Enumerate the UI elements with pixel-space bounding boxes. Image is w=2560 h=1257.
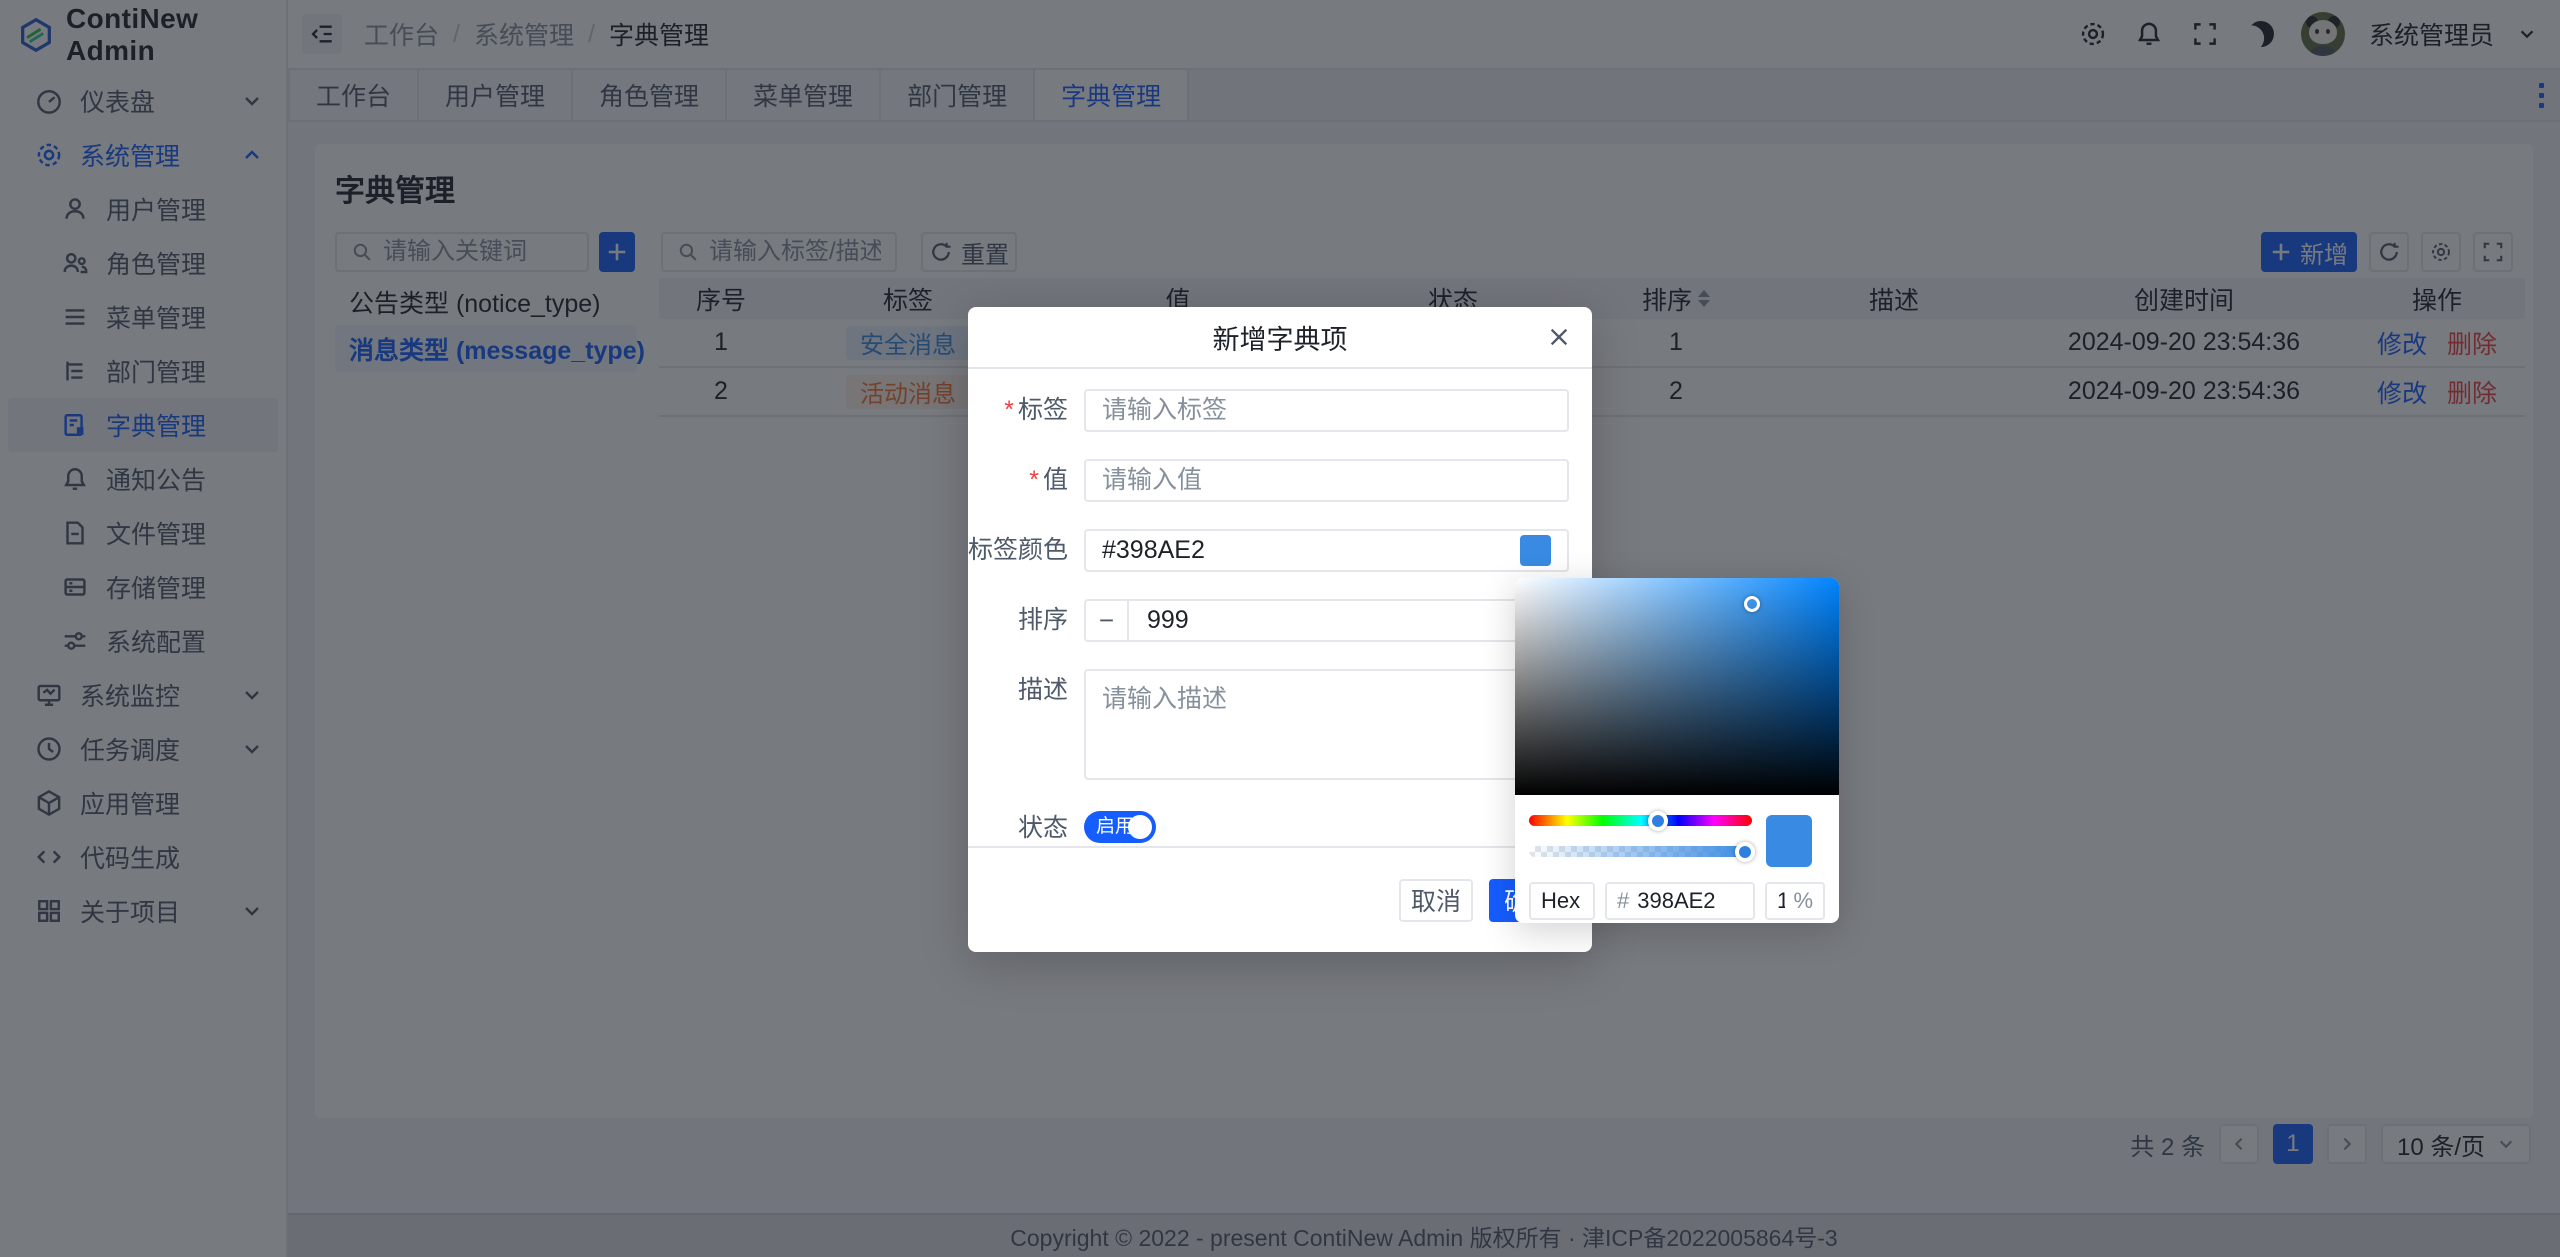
hash-prefix: # bbox=[1617, 888, 1630, 913]
alpha-slider-thumb[interactable] bbox=[1735, 841, 1756, 862]
modal-footer: 取消 确定 bbox=[968, 846, 1592, 952]
description-field[interactable] bbox=[1084, 669, 1569, 780]
required-asterisk: * bbox=[1029, 466, 1039, 494]
sort-value[interactable]: 999 bbox=[1129, 601, 1524, 640]
close-icon[interactable] bbox=[1548, 307, 1570, 367]
saturation-cursor[interactable] bbox=[1743, 596, 1760, 613]
modal-body: *标签 *值 标签颜色 排序 − bbox=[968, 369, 1592, 850]
cancel-button[interactable]: 取消 bbox=[1399, 878, 1473, 922]
color-swatch[interactable] bbox=[1520, 535, 1551, 566]
color-format-value: Hex bbox=[1541, 888, 1581, 913]
saturation-panel[interactable] bbox=[1515, 578, 1839, 795]
label-input[interactable] bbox=[1102, 396, 1551, 425]
app-window: ContiNew Admin 仪表盘 系统管理 用户管理 角色管理 bbox=[0, 0, 2560, 1257]
value-input[interactable] bbox=[1102, 466, 1551, 495]
field-label: 描述 bbox=[1017, 676, 1068, 704]
color-picker-popover: Hex # % bbox=[1515, 578, 1839, 923]
tag-color-input[interactable] bbox=[1102, 536, 1504, 565]
alpha-value-field[interactable]: % bbox=[1765, 882, 1825, 920]
add-dict-item-modal: 新增字典项 *标签 *值 标签颜色 bbox=[968, 307, 1592, 952]
hex-value-field[interactable]: # bbox=[1605, 882, 1755, 920]
field-label: 标签颜色 bbox=[968, 536, 1069, 564]
status-toggle[interactable]: 启用 bbox=[1084, 811, 1156, 843]
color-format-select[interactable]: Hex bbox=[1529, 882, 1595, 920]
color-preview-swatch bbox=[1766, 815, 1812, 867]
label-field[interactable] bbox=[1084, 389, 1569, 432]
modal-header: 新增字典项 bbox=[968, 307, 1592, 369]
field-label: * 标签 bbox=[1004, 396, 1068, 424]
hex-value-input[interactable] bbox=[1637, 888, 1743, 914]
alpha-value-input[interactable] bbox=[1777, 888, 1786, 914]
field-label: 排序 bbox=[1017, 606, 1068, 634]
field-label: 状态 bbox=[1017, 814, 1068, 842]
required-asterisk: * bbox=[1004, 396, 1014, 424]
value-field[interactable] bbox=[1084, 459, 1569, 502]
toggle-knob bbox=[1128, 815, 1152, 839]
hue-slider-thumb[interactable] bbox=[1648, 810, 1669, 831]
description-textarea[interactable] bbox=[1102, 679, 1551, 770]
hue-slider[interactable] bbox=[1529, 810, 1752, 831]
minus-icon[interactable]: − bbox=[1086, 601, 1129, 640]
tag-color-field[interactable] bbox=[1084, 529, 1569, 572]
sort-number-field[interactable]: − 999 + bbox=[1084, 599, 1569, 642]
percent-suffix: % bbox=[1793, 888, 1813, 913]
alpha-slider[interactable] bbox=[1529, 841, 1756, 862]
field-label: * 值 bbox=[1029, 466, 1068, 494]
modal-title: 新增字典项 bbox=[1212, 324, 1348, 355]
